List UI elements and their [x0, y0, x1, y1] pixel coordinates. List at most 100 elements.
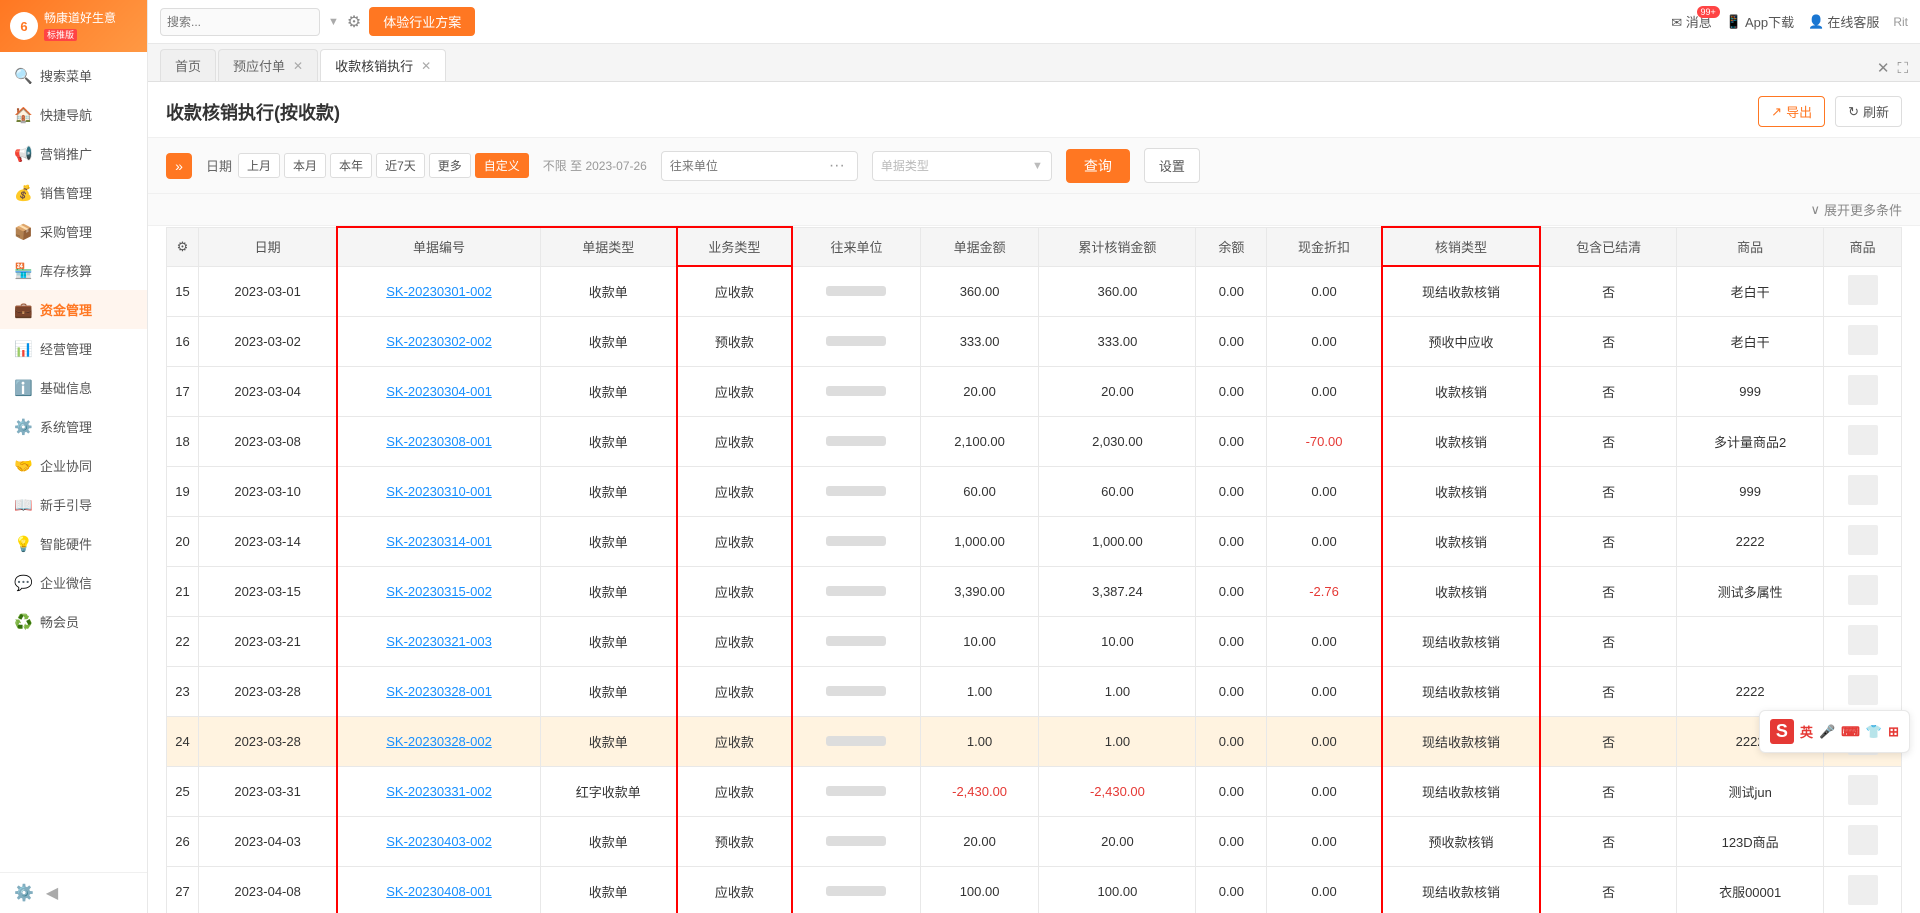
operations-icon: 📊 — [14, 340, 32, 358]
tab-home[interactable]: 首页 — [160, 49, 216, 81]
cell-bill-no[interactable]: SK-20230408-001 — [337, 866, 540, 913]
cell-product2 — [1824, 616, 1902, 666]
cell-include-settled: 否 — [1540, 516, 1676, 566]
tab-collection-close[interactable]: ✕ — [421, 59, 431, 73]
customer-filter-wrap: ··· — [661, 151, 858, 181]
cell-product2 — [1824, 266, 1902, 316]
filter-settings-button[interactable]: 设置 — [1144, 148, 1200, 183]
keyboard-icon[interactable]: ⌨ — [1841, 724, 1860, 740]
cell-no: 20 — [167, 516, 199, 566]
sidebar-item-purchase[interactable]: 📦 采购管理 — [0, 212, 147, 251]
tab-collection[interactable]: 收款核销执行 ✕ — [320, 49, 446, 81]
finance-icon: 💼 — [14, 301, 32, 319]
cell-bill-no[interactable]: SK-20230308-001 — [337, 416, 540, 466]
tab-prepay-close[interactable]: ✕ — [293, 59, 303, 73]
cell-bill-no[interactable]: SK-20230315-002 — [337, 566, 540, 616]
export-button[interactable]: ↗ 导出 — [1758, 96, 1825, 127]
sidebar-item-basic[interactable]: ℹ️ 基础信息 — [0, 368, 147, 407]
cell-verify-type: 现结收款核销 — [1382, 716, 1541, 766]
tab-close-icon[interactable]: ✕ — [1877, 59, 1890, 77]
topbar-search-input[interactable] — [167, 15, 313, 29]
export-icon: ↗ — [1771, 104, 1782, 120]
cell-bill-type: 收款单 — [540, 566, 676, 616]
tab-prepay[interactable]: 预应付单 ✕ — [218, 49, 318, 81]
cell-product2 — [1824, 666, 1902, 716]
sidebar-item-operations[interactable]: 📊 经营管理 — [0, 329, 147, 368]
cell-bill-no[interactable]: SK-20230321-003 — [337, 616, 540, 666]
cell-bill-type: 收款单 — [540, 516, 676, 566]
cell-bill-no[interactable]: SK-20230403-002 — [337, 816, 540, 866]
cell-bill-no[interactable]: SK-20230328-001 — [337, 666, 540, 716]
customer-ellipsis-icon[interactable]: ··· — [825, 157, 849, 175]
mic-icon[interactable]: 🎤 — [1819, 724, 1835, 740]
filter-bar: » 日期 上月 本月 本年 近7天 更多 自定义 不限 至 2023-07-26… — [148, 138, 1920, 194]
cell-bill-no[interactable]: SK-20230331-002 — [337, 766, 540, 816]
table-row: 16 2023-03-02 SK-20230302-002 收款单 预收款 33… — [167, 316, 1902, 366]
cell-cash-discount: 0.00 — [1267, 316, 1382, 366]
sidebar-item-guide[interactable]: 📖 新手引导 — [0, 485, 147, 524]
message-wrap[interactable]: ✉ 消息 99+ — [1671, 12, 1712, 31]
solution-button[interactable]: 体验行业方案 — [369, 7, 475, 36]
bill-type-filter-wrap[interactable]: 单据类型 ▼ — [872, 151, 1052, 181]
cell-bill-no[interactable]: SK-20230310-001 — [337, 466, 540, 516]
sidebar-item-enterprise[interactable]: 🤝 企业协同 — [0, 446, 147, 485]
last-month-btn[interactable]: 上月 — [238, 153, 280, 178]
cell-no: 23 — [167, 666, 199, 716]
cell-biz-type: 应收款 — [677, 466, 793, 516]
col-header-gear[interactable]: ⚙ — [167, 227, 199, 266]
sidebar-item-wechat[interactable]: 💬 企业微信 — [0, 563, 147, 602]
more-date-btn[interactable]: 更多 — [429, 153, 471, 178]
customer-input[interactable] — [670, 159, 825, 173]
search-icon: 🔍 — [14, 67, 32, 85]
cell-customer — [792, 866, 920, 913]
cell-bill-no[interactable]: SK-20230328-002 — [337, 716, 540, 766]
cell-bill-no[interactable]: SK-20230301-002 — [337, 266, 540, 316]
shirt-icon[interactable]: 👕 — [1866, 724, 1882, 740]
online-service-link[interactable]: 👤 在线客服 — [1808, 12, 1879, 31]
sidebar-item-inventory[interactable]: 🏪 库存核算 — [0, 251, 147, 290]
sidebar-item-hardware[interactable]: 💡 智能硬件 — [0, 524, 147, 563]
expand-more-button[interactable]: ∨ 展开更多条件 — [1810, 200, 1902, 219]
this-month-btn[interactable]: 本月 — [284, 153, 326, 178]
sales-icon: 💰 — [14, 184, 32, 202]
cell-include-settled: 否 — [1540, 866, 1676, 913]
sidebar-item-finance[interactable]: 💼 资金管理 — [0, 290, 147, 329]
sidebar-item-shortcuts[interactable]: 🏠 快捷导航 — [0, 95, 147, 134]
cell-amount: 1.00 — [920, 666, 1039, 716]
apps-icon[interactable]: ⊞ — [1888, 724, 1899, 740]
topbar-gear-icon[interactable]: ⚙ — [347, 12, 361, 32]
cell-bill-type: 收款单 — [540, 616, 676, 666]
tab-expand-icon[interactable]: ⛶ — [1897, 60, 1908, 77]
this-year-btn[interactable]: 本年 — [330, 153, 372, 178]
cell-accum-amount: 2,030.00 — [1039, 416, 1196, 466]
last-7-days-btn[interactable]: 近7天 — [376, 153, 425, 178]
app-download-link[interactable]: 📱 App下载 — [1726, 12, 1794, 31]
cell-include-settled: 否 — [1540, 566, 1676, 616]
sidebar-item-system[interactable]: ⚙️ 系统管理 — [0, 407, 147, 446]
sidebar-item-search[interactable]: 🔍 搜索菜单 — [0, 56, 147, 95]
cell-bill-no[interactable]: SK-20230314-001 — [337, 516, 540, 566]
refresh-button[interactable]: ↻ 刷新 — [1835, 96, 1902, 127]
sidebar-item-marketing[interactable]: 📢 营销推广 — [0, 134, 147, 173]
sidebar-item-sales[interactable]: 💰 销售管理 — [0, 173, 147, 212]
cell-product2 — [1824, 316, 1902, 366]
page-content: 收款核销执行(按收款) ↗ 导出 ↻ 刷新 » 日期 上月 本月 本 — [148, 82, 1920, 913]
cell-date: 2023-03-08 — [199, 416, 338, 466]
col-header-date: 日期 — [199, 227, 338, 266]
sidebar-item-member[interactable]: ♻️ 畅会员 — [0, 602, 147, 641]
cell-bill-no[interactable]: SK-20230304-001 — [337, 366, 540, 416]
cell-biz-type: 应收款 — [677, 366, 793, 416]
cell-include-settled: 否 — [1540, 666, 1676, 716]
cell-bill-type: 收款单 — [540, 416, 676, 466]
service-icon: 👤 — [1808, 14, 1824, 30]
cell-include-settled: 否 — [1540, 616, 1676, 666]
custom-date-btn[interactable]: 自定义 — [475, 153, 529, 178]
query-button[interactable]: 查询 — [1066, 149, 1130, 183]
filter-toggle-button[interactable]: » — [166, 153, 192, 179]
col-header-accum-amount: 累计核销金额 — [1039, 227, 1196, 266]
settings-icon[interactable]: ⚙️ — [14, 883, 34, 903]
collapse-icon[interactable]: ◀ — [46, 883, 58, 903]
sidebar-footer: ⚙️ ◀ — [0, 872, 147, 913]
cell-bill-type: 收款单 — [540, 466, 676, 516]
cell-bill-no[interactable]: SK-20230302-002 — [337, 316, 540, 366]
